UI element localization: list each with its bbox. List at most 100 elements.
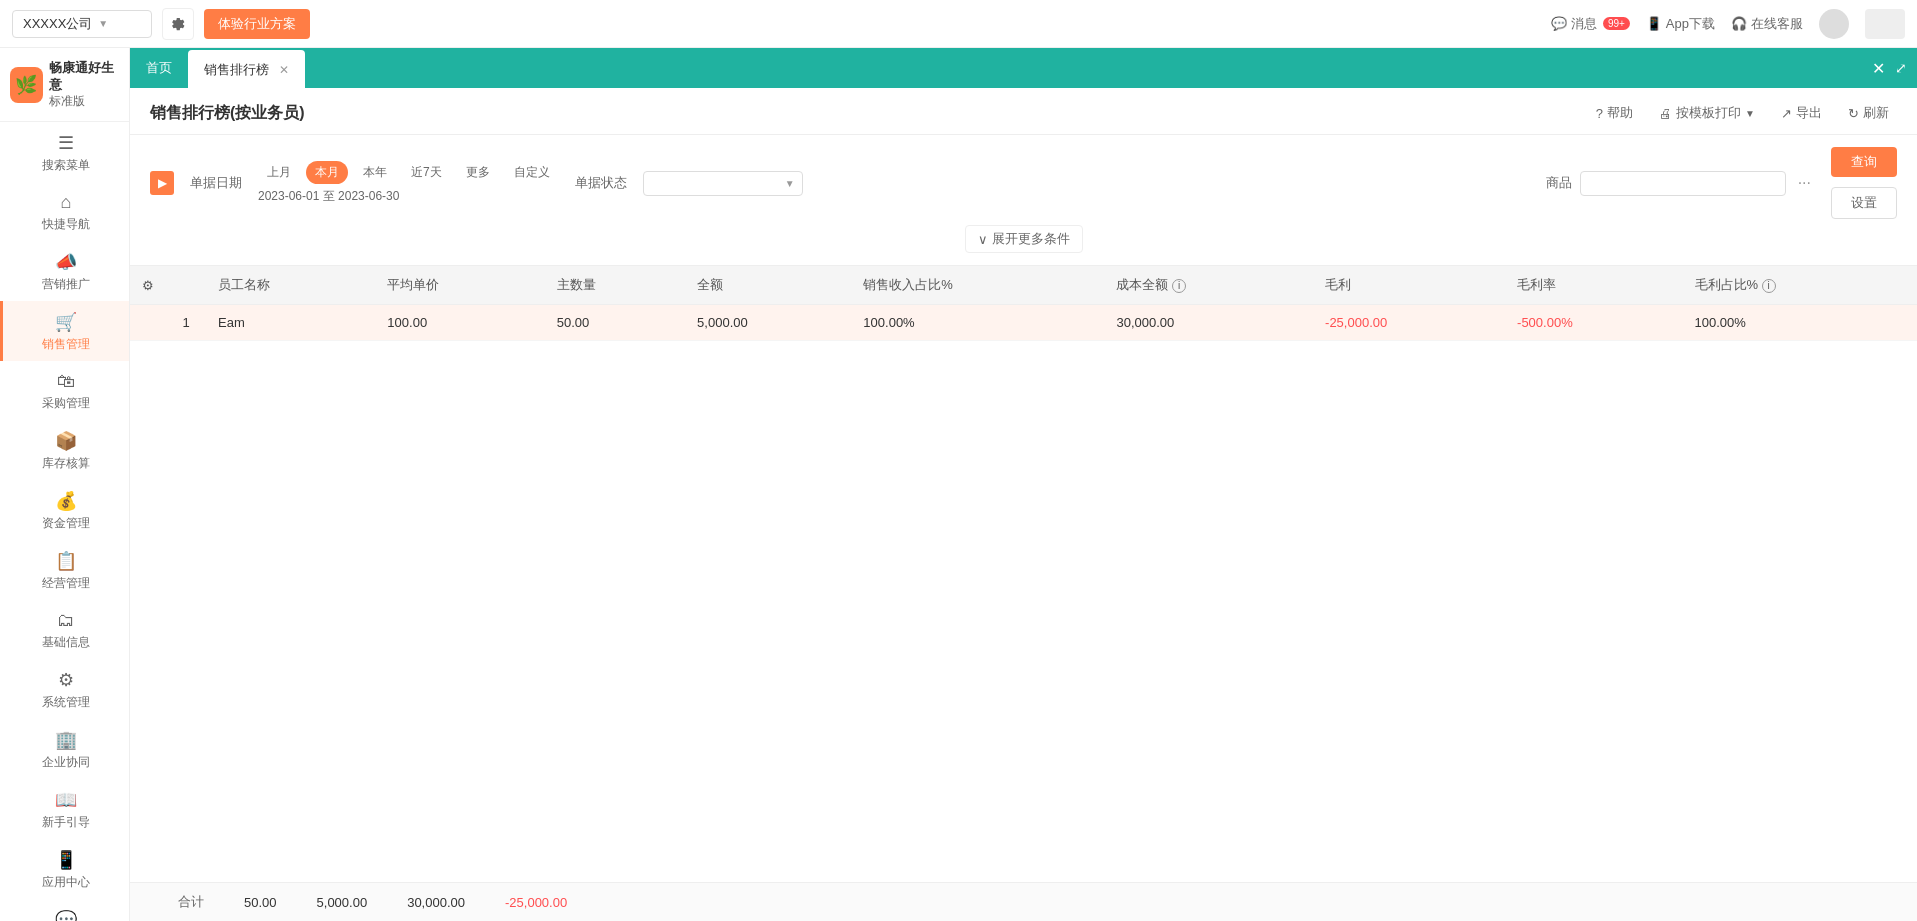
sidebar-item-enterprise-wechat[interactable]: 💬 企业微信 xyxy=(0,899,129,921)
question-icon: ? xyxy=(1596,106,1603,121)
th-main-qty: 主数量 xyxy=(545,266,685,305)
td-cost-amount: 30,000.00 xyxy=(1104,305,1313,341)
sidebar-item-search-order[interactable]: ☰ 搜索菜单 xyxy=(0,122,129,182)
sidebar-label-search-order: 搜索菜单 xyxy=(42,157,90,174)
home-icon: ⌂ xyxy=(61,192,72,213)
goods-input[interactable] xyxy=(1580,171,1786,196)
sidebar-item-sales[interactable]: 🛒 销售管理 xyxy=(0,301,129,361)
sidebar-item-finance[interactable]: 💰 资金管理 xyxy=(0,480,129,540)
sales-icon: 🛒 xyxy=(55,311,77,333)
logo-text: 畅康通好生意 标准版 xyxy=(49,60,119,109)
brand-name: 畅康通好生意 xyxy=(49,60,119,94)
industry-btn[interactable]: 体验行业方案 xyxy=(204,9,310,39)
sidebar-label-marketing: 营销推广 xyxy=(42,276,90,293)
th-gross-rate: 毛利率 xyxy=(1505,266,1683,305)
table-header: ⚙ 员工名称 平均单价 主数量 全额 销售收入占比% 成本全额 i 毛利 毛利率 xyxy=(130,266,1917,305)
date-filter-group: 上月 本月 本年 近7天 更多 自定义 2023-06-01 至 2023-06… xyxy=(258,161,559,205)
filter-row-1: ▶ 单据日期 上月 本月 本年 近7天 更多 自定义 xyxy=(150,147,1897,219)
headset-icon: 🎧 xyxy=(1731,16,1747,31)
sidebar-item-system[interactable]: ⚙ 系统管理 xyxy=(0,659,129,719)
table-footer: 合计 50.00 5,000.00 30,000.00 -25,000.00 xyxy=(130,882,1917,921)
sidebar-item-purchase[interactable]: 🛍 采购管理 xyxy=(0,361,129,420)
goods-filter: 商品 ··· xyxy=(1546,171,1815,196)
footer-amount: 5,000.00 xyxy=(317,895,368,910)
print-btn[interactable]: 🖨 按模板打印 ▼ xyxy=(1651,100,1763,126)
sidebar-label-app-center: 应用中心 xyxy=(42,874,90,891)
th-rank xyxy=(166,266,206,305)
megaphone-icon: 📣 xyxy=(55,251,77,273)
th-gross-profit: 毛利 xyxy=(1313,266,1505,305)
expand-more-btn[interactable]: ∨ 展开更多条件 xyxy=(965,225,1083,253)
brand-subtitle: 标准版 xyxy=(49,94,119,110)
sidebar-item-basic-info[interactable]: 🗂 基础信息 xyxy=(0,600,129,659)
sidebar-item-guide[interactable]: 📖 新手引导 xyxy=(0,779,129,839)
sidebar-logo: 🌿 畅康通好生意 标准版 xyxy=(0,48,129,122)
company-selector[interactable]: XXXXX公司 ▼ xyxy=(12,10,152,38)
tab-bar: 首页 销售排行榜 ✕ ✕ ⤢ xyxy=(130,48,1917,88)
date-tab-current-year[interactable]: 本年 xyxy=(354,161,396,184)
date-tab-7days[interactable]: 近7天 xyxy=(402,161,451,184)
guide-icon: 📖 xyxy=(55,789,77,811)
finance-icon: 💰 xyxy=(55,490,77,512)
td-avg-price: 100.00 xyxy=(375,305,544,341)
sidebar-item-inventory[interactable]: 📦 库存核算 xyxy=(0,420,129,480)
app-download-item[interactable]: 📱 App下载 xyxy=(1646,15,1715,33)
date-tab-more[interactable]: 更多 xyxy=(457,161,499,184)
td-gross-rate: -500.00% xyxy=(1505,305,1683,341)
gross-pct-info-icon[interactable]: i xyxy=(1762,279,1776,293)
tab-bar-right: ✕ ⤢ xyxy=(1872,59,1917,78)
date-tab-last-month[interactable]: 上月 xyxy=(258,161,300,184)
help-btn[interactable]: ? 帮助 xyxy=(1588,100,1641,126)
window-close-icon[interactable]: ✕ xyxy=(1872,59,1885,78)
app-download-icon: 📱 xyxy=(1646,16,1662,31)
top-right-area: 💬 消息 99+ 📱 App下载 🎧 在线客服 xyxy=(1551,9,1905,39)
td-settings xyxy=(130,305,166,341)
sidebar-label-guide: 新手引导 xyxy=(42,814,90,831)
footer-main-qty: 50.00 xyxy=(244,895,277,910)
export-btn[interactable]: ↗ 导出 xyxy=(1773,100,1830,126)
print-icon: 🖨 xyxy=(1659,106,1672,121)
date-tab-custom[interactable]: 自定义 xyxy=(505,161,559,184)
refresh-btn[interactable]: ↻ 刷新 xyxy=(1840,100,1897,126)
td-name: Eam xyxy=(206,305,375,341)
date-tab-current-month[interactable]: 本月 xyxy=(306,161,348,184)
sidebar-label-finance: 资金管理 xyxy=(42,515,90,532)
message-icon: 💬 xyxy=(1551,16,1567,31)
tab-home[interactable]: 首页 xyxy=(130,48,188,88)
message-item[interactable]: 💬 消息 99+ xyxy=(1551,15,1630,33)
sidebar-item-app-center[interactable]: 📱 应用中心 xyxy=(0,839,129,899)
online-service-item[interactable]: 🎧 在线客服 xyxy=(1731,15,1803,33)
filter-settings-btn[interactable]: 设置 xyxy=(1831,187,1897,219)
sidebar-item-operations[interactable]: 📋 经营管理 xyxy=(0,540,129,600)
tab-close-icon[interactable]: ✕ xyxy=(279,63,289,77)
table-area: ⚙ 员工名称 平均单价 主数量 全额 销售收入占比% 成本全额 i 毛利 毛利率 xyxy=(130,266,1917,882)
avatar[interactable] xyxy=(1819,9,1849,39)
query-settings-group: 查询 设置 xyxy=(1831,147,1897,219)
cost-info-icon[interactable]: i xyxy=(1172,279,1186,293)
top-settings-icon[interactable] xyxy=(162,8,194,40)
expand-row: ∨ 展开更多条件 xyxy=(150,219,1897,253)
th-amount: 全额 xyxy=(685,266,851,305)
footer-label: 合计 xyxy=(142,893,204,911)
content-area: 首页 销售排行榜 ✕ ✕ ⤢ 销售排行榜(按业务员) xyxy=(130,48,1917,921)
sidebar-label-operations: 经营管理 xyxy=(42,575,90,592)
sidebar-label-system: 系统管理 xyxy=(42,694,90,711)
search-icon: ☰ xyxy=(58,132,74,154)
system-icon: ⚙ xyxy=(58,669,74,691)
sidebar-label-sales: 销售管理 xyxy=(42,336,90,353)
user-name-area[interactable] xyxy=(1865,9,1905,39)
window-maximize-icon[interactable]: ⤢ xyxy=(1895,60,1907,76)
status-select[interactable] xyxy=(643,171,803,196)
basic-info-icon: 🗂 xyxy=(57,610,75,631)
sidebar-item-marketing[interactable]: 📣 营销推广 xyxy=(0,241,129,301)
goods-more-btn[interactable]: ··· xyxy=(1794,174,1815,192)
operations-icon: 📋 xyxy=(55,550,77,572)
sidebar-item-quick-nav[interactable]: ⌂ 快捷导航 xyxy=(0,182,129,241)
sidebar-item-enterprise-coop[interactable]: 🏢 企业协同 xyxy=(0,719,129,779)
data-table: ⚙ 员工名称 平均单价 主数量 全额 销售收入占比% 成本全额 i 毛利 毛利率 xyxy=(130,266,1917,341)
inventory-icon: 📦 xyxy=(55,430,77,452)
filter-expand-arrow[interactable]: ▶ xyxy=(150,171,174,195)
enterprise-coop-icon: 🏢 xyxy=(55,729,77,751)
query-btn[interactable]: 查询 xyxy=(1831,147,1897,177)
tab-sales-ranking[interactable]: 销售排行榜 ✕ xyxy=(188,50,305,90)
